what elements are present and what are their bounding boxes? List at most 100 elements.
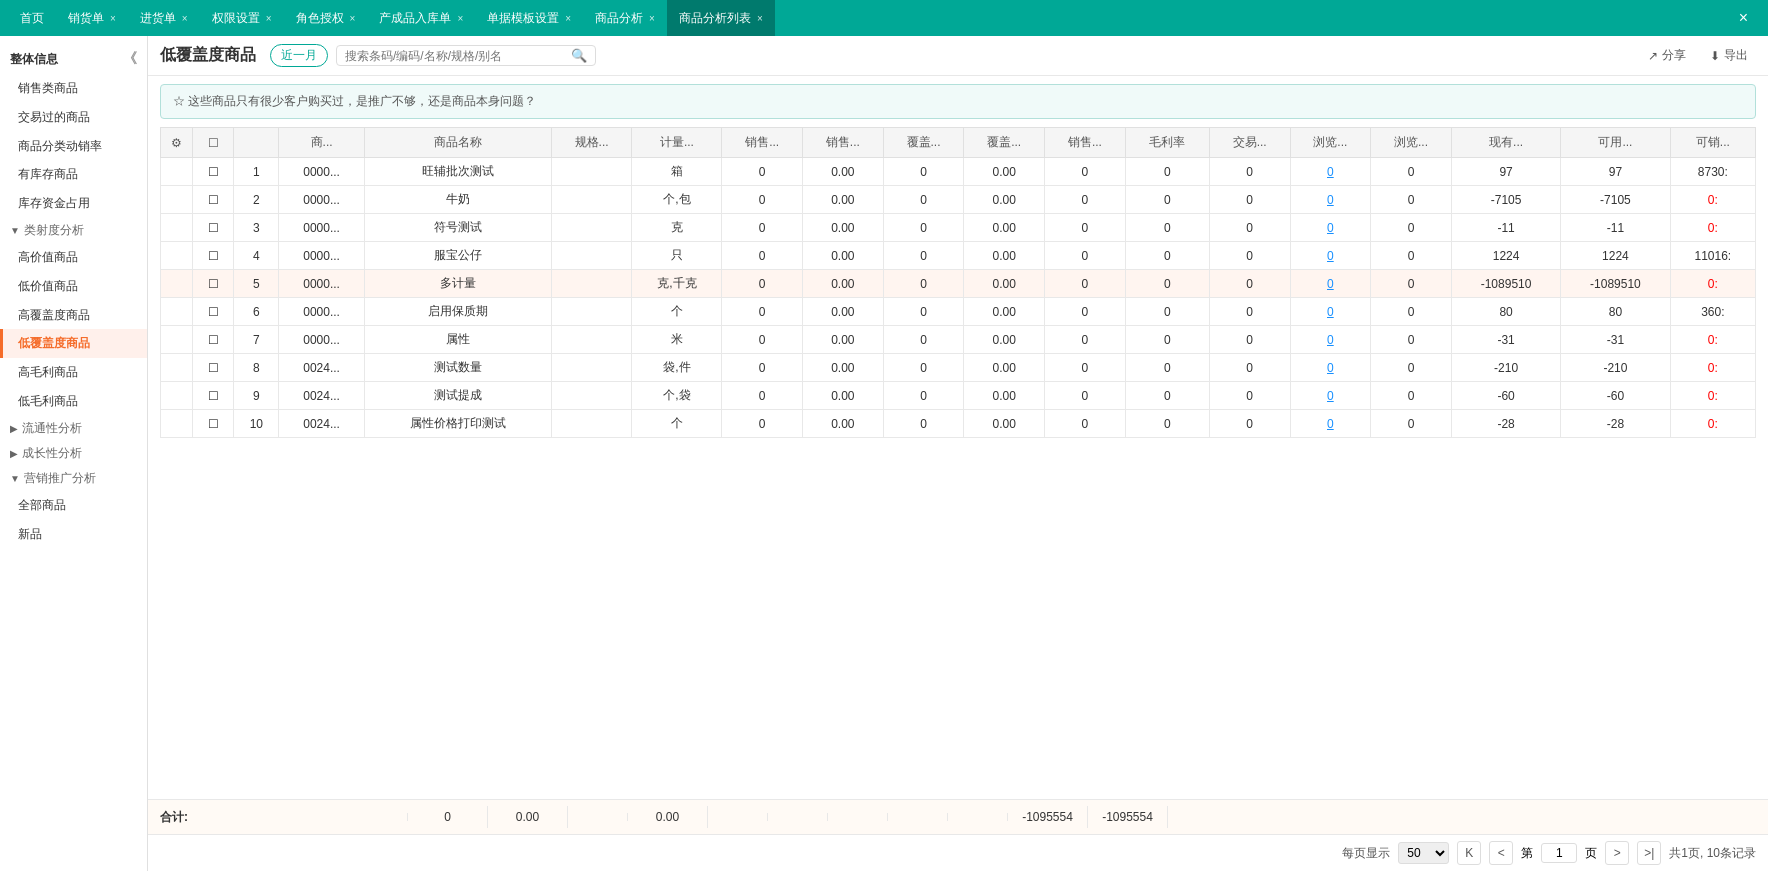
cell-name: 测试数量 bbox=[364, 354, 551, 382]
cell-code: 0000... bbox=[279, 270, 364, 298]
table-row: ☐60000...启用保质期个00.0000.00000008080360: bbox=[161, 298, 1756, 326]
th-view2[interactable]: 浏览... bbox=[1371, 128, 1452, 158]
sidebar-item-sales-goods[interactable]: 销售类商品 bbox=[0, 74, 147, 103]
sidebar-item-high-margin[interactable]: 高毛利商品 bbox=[0, 358, 147, 387]
th-trade[interactable]: 交易... bbox=[1209, 128, 1290, 158]
cell-cover1: 0 bbox=[883, 298, 964, 326]
sidebar-item-category-turnover[interactable]: 商品分类动销率 bbox=[0, 132, 147, 161]
sidebar-item-capital[interactable]: 库存资金占用 bbox=[0, 189, 147, 218]
cell-checkbox[interactable]: ☐ bbox=[193, 158, 234, 186]
th-unit[interactable]: 计量... bbox=[632, 128, 722, 158]
nav-purchase[interactable]: 进货单 × bbox=[128, 0, 200, 36]
cell-view1: 0 bbox=[1290, 242, 1371, 270]
prev-page-button[interactable]: < bbox=[1489, 841, 1513, 865]
sidebar-item-low-coverage[interactable]: 低覆盖度商品 bbox=[0, 329, 147, 358]
sidebar-item-in-stock[interactable]: 有库存商品 bbox=[0, 160, 147, 189]
th-name[interactable]: 商品名称 bbox=[364, 128, 551, 158]
cell-settings bbox=[161, 270, 193, 298]
info-text: ☆ 这些商品只有很少客户购买过，是推广不够，还是商品本身问题？ bbox=[173, 93, 536, 110]
cell-saleable: 0: bbox=[1670, 410, 1755, 438]
nav-home[interactable]: 首页 bbox=[8, 0, 56, 36]
th-settings[interactable]: ⚙ bbox=[161, 128, 193, 158]
cell-checkbox[interactable]: ☐ bbox=[193, 326, 234, 354]
cell-code: 0000... bbox=[279, 242, 364, 270]
last-page-button[interactable]: >| bbox=[1637, 841, 1661, 865]
page-number-input[interactable] bbox=[1541, 843, 1577, 863]
cell-checkbox[interactable]: ☐ bbox=[193, 214, 234, 242]
nav-purchase-close[interactable]: × bbox=[182, 13, 188, 24]
cell-code: 0000... bbox=[279, 158, 364, 186]
sidebar-group-value-analysis[interactable]: ▼ 类射度分析 bbox=[0, 218, 147, 243]
cell-trade: 0 bbox=[1209, 410, 1290, 438]
th-current[interactable]: 现有... bbox=[1451, 128, 1560, 158]
nav-goods-analysis-list[interactable]: 商品分析列表 × bbox=[667, 0, 775, 36]
cell-usable: -210 bbox=[1561, 354, 1670, 382]
cell-checkbox[interactable]: ☐ bbox=[193, 382, 234, 410]
cell-gross: 0 bbox=[1125, 354, 1209, 382]
cell-cover2: 0.00 bbox=[964, 214, 1045, 242]
nav-goods-analysis-close[interactable]: × bbox=[649, 13, 655, 24]
nav-sales-close[interactable]: × bbox=[110, 13, 116, 24]
sidebar-collapse-button[interactable]: 《 bbox=[123, 50, 137, 68]
nav-sales[interactable]: 销货单 × bbox=[56, 0, 128, 36]
search-input[interactable] bbox=[345, 49, 571, 63]
cell-code: 0024... bbox=[279, 382, 364, 410]
th-view1[interactable]: 浏览... bbox=[1290, 128, 1371, 158]
th-spec[interactable]: 规格... bbox=[551, 128, 632, 158]
nav-product-warehouse[interactable]: 产成品入库单 × bbox=[367, 0, 475, 36]
share-button[interactable]: ↗ 分享 bbox=[1640, 44, 1694, 67]
th-sales3[interactable]: 销售... bbox=[1045, 128, 1126, 158]
cell-usable: 80 bbox=[1561, 298, 1670, 326]
nav-role[interactable]: 角色授权 × bbox=[284, 0, 368, 36]
export-button[interactable]: ⬇ 导出 bbox=[1702, 44, 1756, 67]
th-cover2[interactable]: 覆盖... bbox=[964, 128, 1045, 158]
cell-checkbox[interactable]: ☐ bbox=[193, 354, 234, 382]
nav-template[interactable]: 单据模板设置 × bbox=[475, 0, 583, 36]
cell-view2: 0 bbox=[1371, 298, 1452, 326]
cell-saleable: 0: bbox=[1670, 354, 1755, 382]
page-size-select[interactable]: 50 10 20 100 bbox=[1398, 842, 1449, 864]
th-cover1[interactable]: 覆盖... bbox=[883, 128, 964, 158]
th-gross[interactable]: 毛利率 bbox=[1125, 128, 1209, 158]
cell-settings bbox=[161, 242, 193, 270]
th-code[interactable]: 商... bbox=[279, 128, 364, 158]
window-close-button[interactable]: × bbox=[1727, 0, 1760, 36]
nav-template-close[interactable]: × bbox=[565, 13, 571, 24]
cell-code: 0024... bbox=[279, 410, 364, 438]
sidebar-item-low-margin[interactable]: 低毛利商品 bbox=[0, 387, 147, 416]
nav-product-warehouse-close[interactable]: × bbox=[457, 13, 463, 24]
cell-checkbox[interactable]: ☐ bbox=[193, 186, 234, 214]
chevron-right-icon-2: ▶ bbox=[10, 448, 18, 459]
next-page-button[interactable]: > bbox=[1605, 841, 1629, 865]
cell-sales1: 0 bbox=[722, 382, 803, 410]
sidebar-item-low-value[interactable]: 低价值商品 bbox=[0, 272, 147, 301]
first-page-button[interactable]: K bbox=[1457, 841, 1481, 865]
sidebar-item-traded-goods[interactable]: 交易过的商品 bbox=[0, 103, 147, 132]
th-usable[interactable]: 可用... bbox=[1561, 128, 1670, 158]
cell-checkbox[interactable]: ☐ bbox=[193, 270, 234, 298]
th-sales1[interactable]: 销售... bbox=[722, 128, 803, 158]
sidebar-group-marketing[interactable]: ▼ 营销推广分析 bbox=[0, 466, 147, 491]
nav-role-close[interactable]: × bbox=[350, 13, 356, 24]
cell-cover1: 0 bbox=[883, 326, 964, 354]
nav-permission[interactable]: 权限设置 × bbox=[200, 0, 284, 36]
cell-checkbox[interactable]: ☐ bbox=[193, 410, 234, 438]
cell-view2: 0 bbox=[1371, 242, 1452, 270]
sidebar-item-all-goods[interactable]: 全部商品 bbox=[0, 491, 147, 520]
th-sales2[interactable]: 销售... bbox=[802, 128, 883, 158]
cell-checkbox[interactable]: ☐ bbox=[193, 242, 234, 270]
sidebar-item-high-coverage[interactable]: 高覆盖度商品 bbox=[0, 301, 147, 330]
sidebar-group-growth[interactable]: ▶ 成长性分析 bbox=[0, 441, 147, 466]
sidebar-group-liquidity[interactable]: ▶ 流通性分析 bbox=[0, 416, 147, 441]
cell-checkbox[interactable]: ☐ bbox=[193, 298, 234, 326]
search-icon[interactable]: 🔍 bbox=[571, 48, 587, 63]
sidebar-item-new-goods[interactable]: 新品 bbox=[0, 520, 147, 549]
time-filter-button[interactable]: 近一月 bbox=[270, 44, 328, 67]
nav-goods-analysis-list-close[interactable]: × bbox=[757, 13, 763, 24]
th-checkbox[interactable]: ☐ bbox=[193, 128, 234, 158]
sidebar-item-high-value[interactable]: 高价值商品 bbox=[0, 243, 147, 272]
cell-cover1: 0 bbox=[883, 354, 964, 382]
th-saleable[interactable]: 可销... bbox=[1670, 128, 1755, 158]
nav-permission-close[interactable]: × bbox=[266, 13, 272, 24]
nav-goods-analysis[interactable]: 商品分析 × bbox=[583, 0, 667, 36]
